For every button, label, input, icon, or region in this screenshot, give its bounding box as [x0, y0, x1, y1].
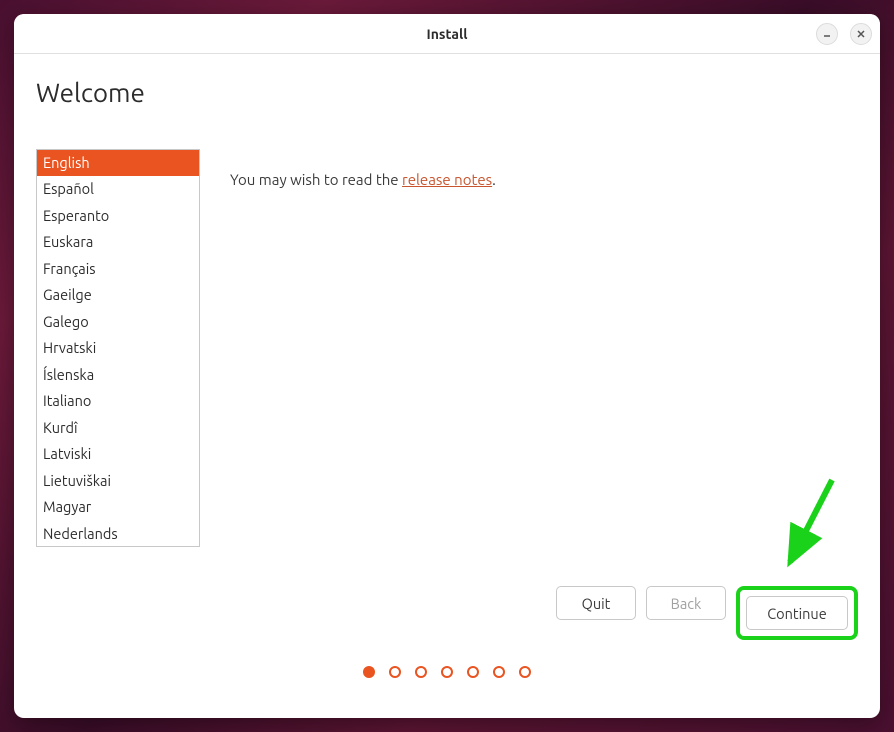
main-area: EnglishEspañolEsperantoEuskaraFrançaisGa…	[36, 149, 858, 566]
close-button[interactable]	[850, 23, 872, 45]
right-pane: You may wish to read the release notes.	[230, 149, 858, 566]
minimize-button[interactable]	[816, 23, 838, 45]
language-item[interactable]: Lietuviškai	[37, 468, 199, 494]
language-item[interactable]: Italiano	[37, 388, 199, 414]
button-row: Quit Back Continue	[36, 586, 858, 640]
language-item[interactable]: Íslenska	[37, 362, 199, 388]
progress-dot	[519, 666, 531, 678]
language-item[interactable]: English	[37, 150, 199, 176]
language-item[interactable]: Nederlands	[37, 521, 199, 547]
minimize-icon	[822, 29, 832, 39]
back-button: Back	[646, 586, 726, 620]
language-item[interactable]: Hrvatski	[37, 335, 199, 361]
close-icon	[856, 29, 866, 39]
language-item[interactable]: Gaeilge	[37, 282, 199, 308]
progress-dot	[389, 666, 401, 678]
window-controls	[816, 23, 872, 45]
release-notes-text: You may wish to read the release notes.	[230, 171, 858, 188]
language-item[interactable]: Español	[37, 176, 199, 202]
quit-button[interactable]: Quit	[556, 586, 636, 620]
installer-window: Install Welcome EnglishEspañolEsperantoE…	[14, 14, 880, 718]
progress-dot	[415, 666, 427, 678]
progress-dot	[467, 666, 479, 678]
continue-highlight: Continue	[736, 586, 858, 640]
progress-dot	[493, 666, 505, 678]
language-item[interactable]: Euskara	[37, 229, 199, 255]
language-item[interactable]: Magyar	[37, 494, 199, 520]
continue-button[interactable]: Continue	[746, 596, 848, 630]
language-item[interactable]: Kurdî	[37, 415, 199, 441]
progress-dot	[363, 666, 375, 678]
page-heading: Welcome	[36, 78, 858, 107]
notes-prefix: You may wish to read the	[230, 171, 402, 188]
window-title: Install	[14, 26, 880, 42]
language-item[interactable]: Galego	[37, 309, 199, 335]
titlebar: Install	[14, 14, 880, 54]
language-list[interactable]: EnglishEspañolEsperantoEuskaraFrançaisGa…	[36, 149, 200, 547]
content-area: Welcome EnglishEspañolEsperantoEuskaraFr…	[14, 54, 880, 718]
language-item[interactable]: Français	[37, 256, 199, 282]
language-item[interactable]: Latviski	[37, 441, 199, 467]
progress-dot	[441, 666, 453, 678]
notes-suffix: .	[492, 171, 496, 188]
release-notes-link[interactable]: release notes	[402, 171, 492, 188]
progress-dots	[36, 666, 858, 678]
language-item[interactable]: Esperanto	[37, 203, 199, 229]
